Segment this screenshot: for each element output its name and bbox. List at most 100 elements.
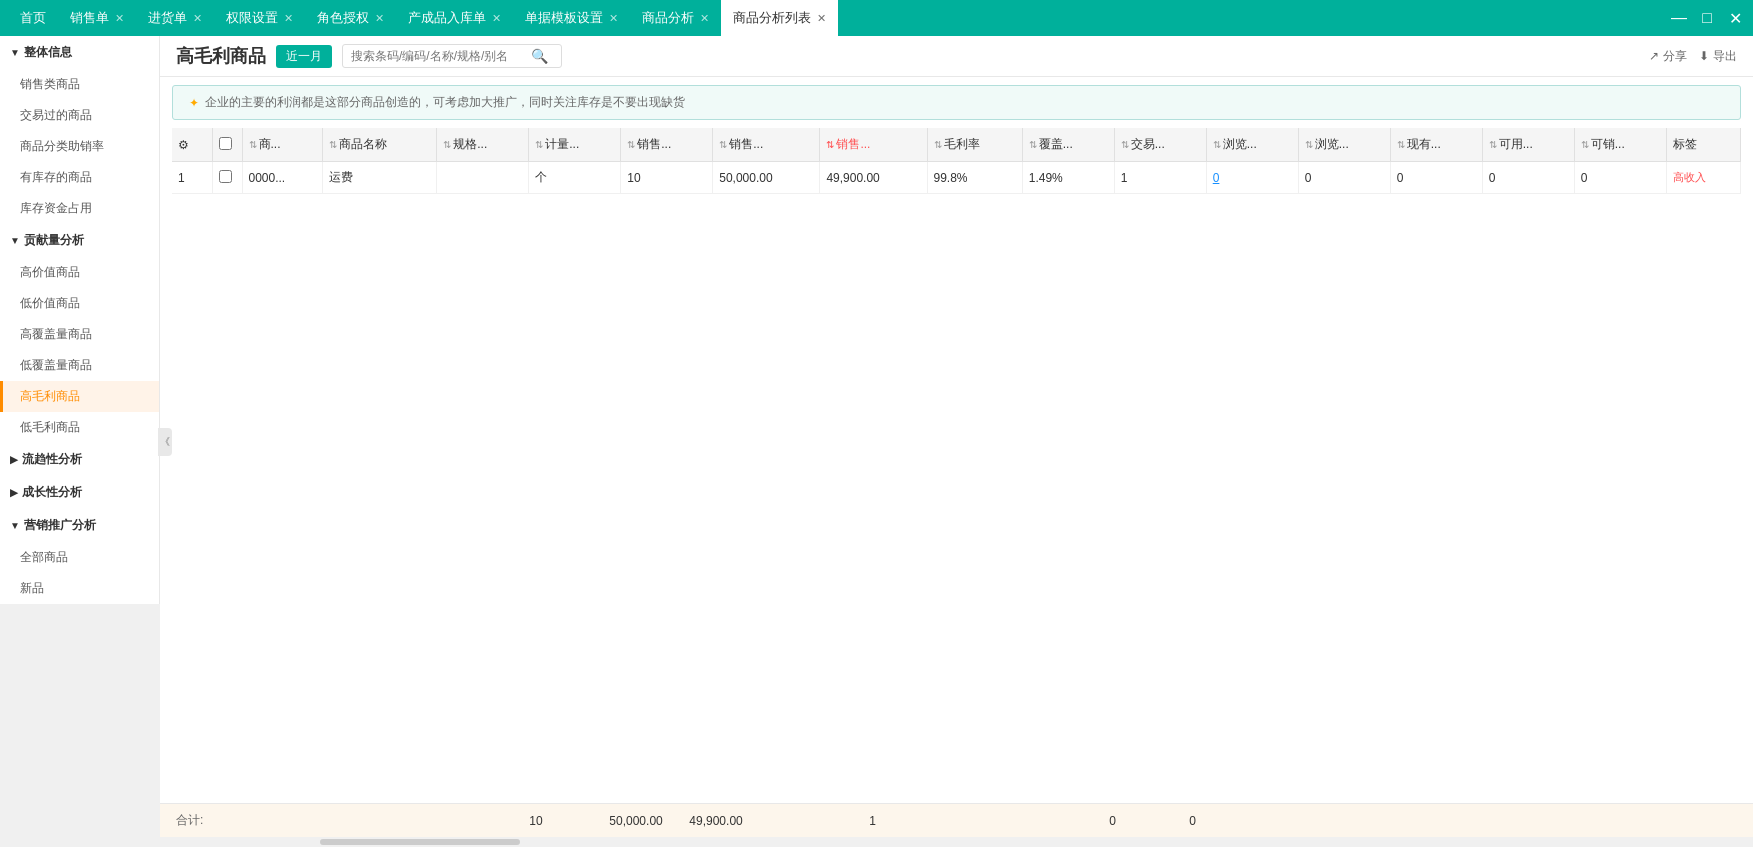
search-box: 🔍 <box>342 44 562 68</box>
col-sellable[interactable]: ⇅可销... <box>1574 128 1666 162</box>
export-icon: ⬇ <box>1699 49 1709 63</box>
tag-label: 高收入 <box>1673 171 1706 183</box>
col-current[interactable]: ⇅现有... <box>1390 128 1482 162</box>
sidebar-item-traded-goods[interactable]: 交易过的商品 <box>0 100 159 131</box>
col-available[interactable]: ⇅可用... <box>1482 128 1574 162</box>
col-trade[interactable]: ⇅交易... <box>1114 128 1206 162</box>
nav-item-home[interactable]: 首页 <box>8 0 58 36</box>
sidebar-item-sales-goods[interactable]: 销售类商品 <box>0 69 159 100</box>
nav-item-sales[interactable]: 销售单 ✕ <box>58 0 136 36</box>
search-icon[interactable]: 🔍 <box>531 48 548 64</box>
cell-browse1[interactable]: 0 <box>1206 162 1298 194</box>
top-nav: 首页 销售单 ✕ 进货单 ✕ 权限设置 ✕ 角色授权 ✕ 产成品入库单 ✕ 单据… <box>0 0 1753 36</box>
col-code[interactable]: ⇅商... <box>242 128 322 162</box>
nav-item-inbound[interactable]: 产成品入库单 ✕ <box>396 0 513 36</box>
col-spec[interactable]: ⇅规格... <box>437 128 529 162</box>
main-container: ▼ 整体信息 销售类商品 交易过的商品 商品分类助销率 有库存的商品 库存资金占… <box>0 36 1753 847</box>
horizontal-scrollbar[interactable] <box>160 837 1753 847</box>
close-icon[interactable]: ✕ <box>284 12 293 25</box>
col-coverage[interactable]: ⇅覆盖... <box>1022 128 1114 162</box>
cell-name: 运费 <box>322 162 437 194</box>
footer-label: 合计: <box>176 812 203 829</box>
nav-item-templates[interactable]: 单据模板设置 ✕ <box>513 0 630 36</box>
col-gross-rate[interactable]: ⇅毛利率 <box>927 128 1022 162</box>
close-button[interactable]: ✕ <box>1725 8 1745 28</box>
col-sales1[interactable]: ⇅销售... <box>621 128 713 162</box>
nav-item-permissions[interactable]: 权限设置 ✕ <box>214 0 305 36</box>
close-icon[interactable]: ✕ <box>115 12 124 25</box>
footer-sales1: 10 <box>523 814 603 828</box>
sidebar-group-overall[interactable]: ▼ 整体信息 <box>0 36 159 69</box>
select-all-checkbox[interactable] <box>219 137 232 150</box>
cell-sales3: 49,900.00 <box>820 162 927 194</box>
cell-coverage: 1.49% <box>1022 162 1114 194</box>
close-icon[interactable]: ✕ <box>817 12 826 25</box>
settings-icon[interactable]: ⚙ <box>178 138 189 152</box>
sidebar-item-new-goods[interactable]: 新品 <box>0 573 159 604</box>
col-browse2[interactable]: ⇅浏览... <box>1298 128 1390 162</box>
sidebar-item-in-stock[interactable]: 有库存的商品 <box>0 162 159 193</box>
window-controls: — □ ✕ <box>1669 8 1745 28</box>
sidebar-group-contribution[interactable]: ▼ 贡献量分析 <box>0 224 159 257</box>
chevron-down-icon: ▼ <box>10 520 20 531</box>
sidebar-item-all-goods[interactable]: 全部商品 <box>0 542 159 573</box>
export-button[interactable]: ⬇ 导出 <box>1699 48 1737 65</box>
chevron-right-icon: ▶ <box>10 487 18 498</box>
footer-available: 0 <box>1183 814 1263 828</box>
time-filter-button[interactable]: 近一月 <box>276 45 332 68</box>
col-unit[interactable]: ⇅计量... <box>529 128 621 162</box>
col-sales2[interactable]: ⇅销售... <box>713 128 820 162</box>
col-name[interactable]: ⇅商品名称 <box>322 128 437 162</box>
nav-item-analytics[interactable]: 商品分析 ✕ <box>630 0 721 36</box>
cell-gross-rate: 99.8% <box>927 162 1022 194</box>
header-actions: ↗ 分享 ⬇ 导出 <box>1649 48 1737 65</box>
row-checkbox[interactable] <box>219 170 232 183</box>
sidebar-item-low-coverage[interactable]: 低覆盖量商品 <box>0 350 159 381</box>
cell-checkbox <box>212 162 242 194</box>
sidebar-item-low-value[interactable]: 低价值商品 <box>0 288 159 319</box>
nav-item-analytics-list[interactable]: 商品分析列表 ✕ <box>721 0 838 36</box>
chevron-down-icon: ▼ <box>10 47 20 58</box>
search-input[interactable] <box>351 49 531 63</box>
nav-item-purchase[interactable]: 进货单 ✕ <box>136 0 214 36</box>
sidebar-item-low-margin[interactable]: 低毛利商品 <box>0 412 159 443</box>
col-browse1[interactable]: ⇅浏览... <box>1206 128 1298 162</box>
chevron-down-icon: ▼ <box>10 235 20 246</box>
close-icon[interactable]: ✕ <box>375 12 384 25</box>
cell-sales2: 50,000.00 <box>713 162 820 194</box>
close-icon[interactable]: ✕ <box>609 12 618 25</box>
footer-sales2: 50,000.00 <box>603 814 683 828</box>
sidebar-item-high-value[interactable]: 高价值商品 <box>0 257 159 288</box>
minimize-button[interactable]: — <box>1669 8 1689 28</box>
cell-sellable: 0 <box>1574 162 1666 194</box>
cell-tag: 高收入 <box>1666 162 1740 194</box>
col-settings[interactable]: ⚙ <box>172 128 212 162</box>
cell-unit: 个 <box>529 162 621 194</box>
sidebar-group-growth[interactable]: ▶ 成长性分析 <box>0 476 159 509</box>
collapse-sidebar-button[interactable]: 《 <box>158 428 172 456</box>
close-icon[interactable]: ✕ <box>492 12 501 25</box>
cell-sales1: 10 <box>621 162 713 194</box>
sidebar-wrapper: ▼ 整体信息 销售类商品 交易过的商品 商品分类助销率 有库存的商品 库存资金占… <box>0 36 160 847</box>
chevron-right-icon: ▶ <box>10 454 18 465</box>
sidebar-group-trend[interactable]: ▶ 流趋性分析 <box>0 443 159 476</box>
content-area: 高毛利商品 近一月 🔍 ↗ 分享 ⬇ 导出 <box>160 36 1753 847</box>
sidebar-item-category-rate[interactable]: 商品分类助销率 <box>0 131 159 162</box>
close-icon[interactable]: ✕ <box>193 12 202 25</box>
close-icon[interactable]: ✕ <box>700 12 709 25</box>
sidebar-item-high-coverage[interactable]: 高覆盖量商品 <box>0 319 159 350</box>
cell-trade: 1 <box>1114 162 1206 194</box>
scrollbar-thumb[interactable] <box>320 839 520 845</box>
nav-item-roles[interactable]: 角色授权 ✕ <box>305 0 396 36</box>
share-button[interactable]: ↗ 分享 <box>1649 48 1687 65</box>
sidebar-item-high-margin[interactable]: 高毛利商品 <box>0 381 159 412</box>
footer-current: 0 <box>1103 814 1183 828</box>
cell-browse2: 0 <box>1298 162 1390 194</box>
col-sales3[interactable]: ⇅销售... <box>820 128 927 162</box>
maximize-button[interactable]: □ <box>1697 8 1717 28</box>
cell-spec <box>437 162 529 194</box>
col-tag: 标签 <box>1666 128 1740 162</box>
share-icon: ↗ <box>1649 49 1659 63</box>
sidebar-item-stock-capital[interactable]: 库存资金占用 <box>0 193 159 224</box>
sidebar-group-marketing[interactable]: ▼ 营销推广分析 <box>0 509 159 542</box>
